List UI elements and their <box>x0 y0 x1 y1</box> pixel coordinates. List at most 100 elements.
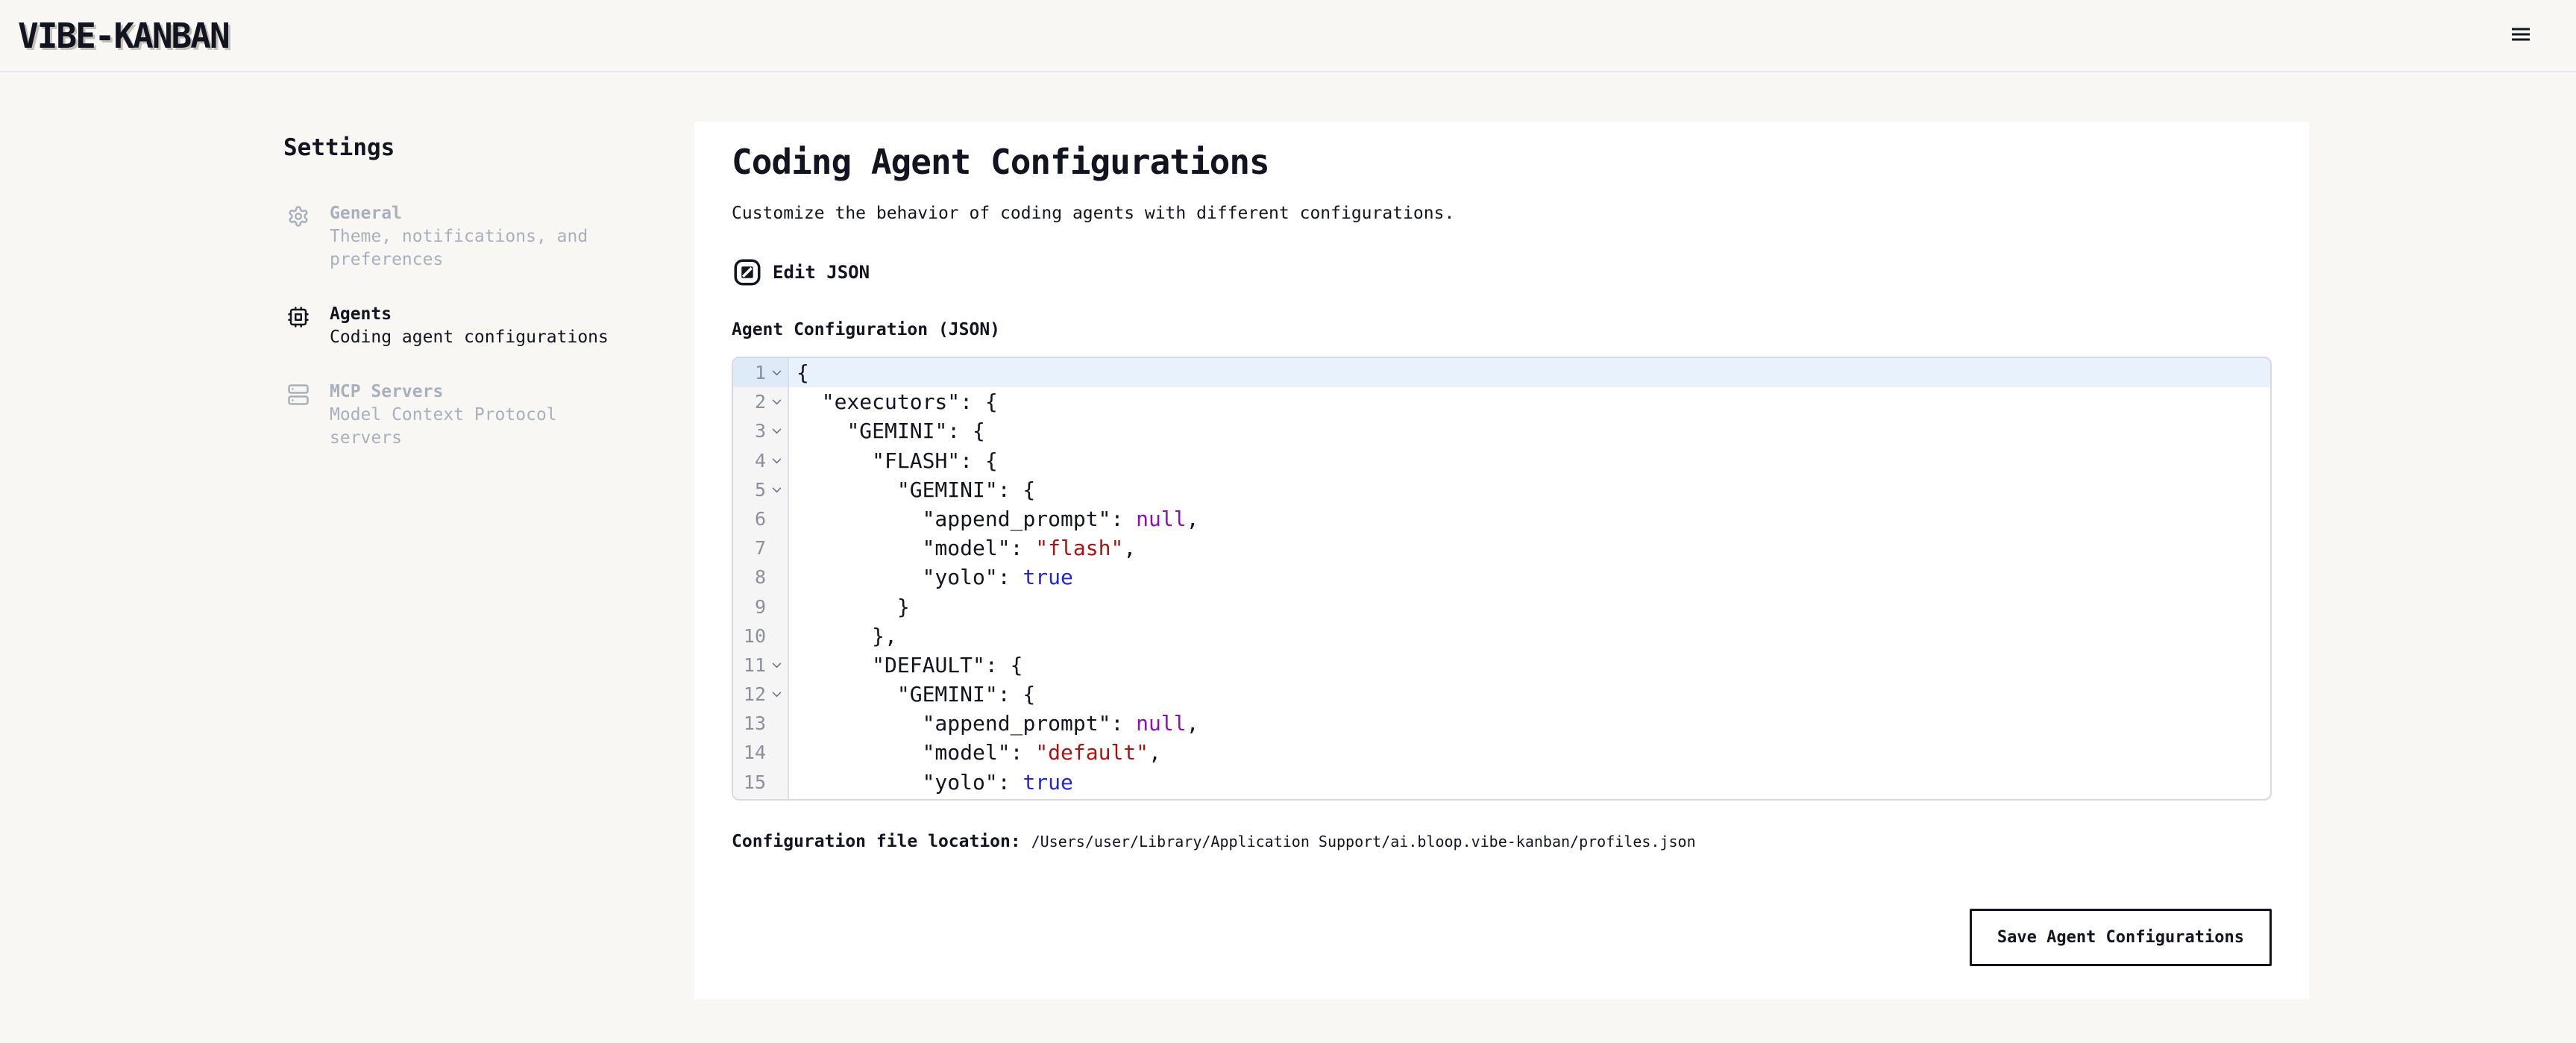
line-number: 10 <box>743 624 766 647</box>
page-title: Coding Agent Configurations <box>732 142 1270 182</box>
hamburger-menu-button[interactable] <box>2503 18 2539 54</box>
token-key: "append_prompt" <box>922 506 1111 531</box>
fold-chevron-down-icon[interactable] <box>766 358 788 387</box>
sidebar-item-description: Coding agent configurations <box>330 328 609 347</box>
editor-line: 11 "DEFAULT": { <box>733 650 2270 680</box>
fold-chevron-down-icon[interactable] <box>766 446 788 475</box>
line-number: 11 <box>743 654 766 676</box>
sidebar-item-text: Agents Coding agent configurations <box>330 303 624 349</box>
token-key: "model" <box>922 740 1011 765</box>
line-number: 15 <box>743 771 766 793</box>
edit-json-label: Edit JSON <box>773 262 870 283</box>
token-key: "model" <box>922 536 1011 561</box>
sidebar-item-mcp-servers[interactable]: MCP Servers Model Context Protocol server… <box>283 380 641 450</box>
code-line-content: "append_prompt": null, <box>789 504 2270 533</box>
token-key: "DEFAULT" <box>872 652 985 677</box>
token-punct: : <box>1010 536 1036 561</box>
editor-gutter-cell: 12 <box>733 680 789 710</box>
file-location-label: Configuration file location: <box>732 832 1021 851</box>
editor-line: 1{ <box>733 358 2270 388</box>
agent-configurations-panel: Coding Agent Configurations Customize th… <box>694 122 2309 999</box>
editor-line: 8 "yolo": true <box>733 563 2270 592</box>
sidebar-title: Settings <box>283 134 395 161</box>
editor-line: 15 "yolo": true <box>733 767 2270 797</box>
file-location: Configuration file location: /Users/user… <box>732 830 2272 853</box>
editor-gutter-cell: 10 <box>733 621 789 651</box>
code-line-content: "model": "flash", <box>789 533 2270 563</box>
fold-chevron-down-icon[interactable] <box>766 387 788 416</box>
token-punct: : { <box>997 477 1036 502</box>
app-logo[interactable]: VIBE-KANBAN <box>18 19 230 53</box>
token-punct: : { <box>960 389 998 415</box>
edit-json-toggle-icon <box>732 257 763 288</box>
editor-gutter-cell: 7 <box>733 533 789 563</box>
sidebar-item-text: MCP Servers Model Context Protocol server… <box>330 380 624 450</box>
token-string: "flash" <box>1035 536 1124 561</box>
token-punct: : { <box>997 682 1036 707</box>
line-number: 5 <box>754 478 766 501</box>
sidebar-item-agents[interactable]: Agents Coding agent configurations <box>283 303 641 349</box>
token-key: "GEMINI" <box>896 682 998 707</box>
token-punct: : { <box>984 652 1023 677</box>
token-punct: , <box>1123 536 1137 561</box>
code-line-content: "GEMINI": { <box>789 680 2270 709</box>
line-number: 13 <box>743 712 766 735</box>
token-key: "append_prompt" <box>922 711 1111 736</box>
code-line-content: "yolo": true <box>789 563 2270 592</box>
hamburger-menu-icon <box>2510 24 2531 47</box>
editor-gutter-cell: 11 <box>733 650 789 680</box>
editor-gutter-cell: 9 <box>733 592 789 621</box>
token-key: "yolo" <box>922 769 998 795</box>
code-line-content: "GEMINI": { <box>789 475 2270 504</box>
sidebar-item-description: Theme, notifications, and preferences <box>330 227 588 269</box>
editor-gutter-cell: 3 <box>733 416 789 446</box>
token-punct: : { <box>947 419 985 444</box>
editor-line: 9 } <box>733 592 2270 621</box>
editor-gutter-cell: 6 <box>733 504 789 534</box>
editor-line: 3 "GEMINI": { <box>733 416 2270 446</box>
editor-line: 12 "GEMINI": { <box>733 680 2270 710</box>
line-number: 1 <box>754 362 766 383</box>
line-number: 3 <box>754 420 766 442</box>
sidebar-items: General Theme, notifications, and prefere… <box>283 202 641 450</box>
editor-line: 14 "model": "default", <box>733 738 2270 768</box>
edit-json-toggle[interactable]: Edit JSON <box>732 256 870 289</box>
fold-chevron-down-icon[interactable] <box>766 475 788 504</box>
code-line-content: { <box>789 358 2270 388</box>
code-line-content: "model": "default", <box>789 738 2270 767</box>
topbar: VIBE-KANBAN <box>0 0 2576 72</box>
code-line-content <box>789 797 2270 799</box>
token-string: "default" <box>1035 740 1149 765</box>
editor-line: 5 "GEMINI": { <box>733 474 2270 504</box>
sidebar-item-label: MCP Servers <box>330 382 444 401</box>
editor-gutter-cell: 15 <box>733 767 789 797</box>
line-number: 14 <box>743 742 766 764</box>
sidebar-item-general[interactable]: General Theme, notifications, and prefere… <box>283 202 641 272</box>
token-key: "GEMINI" <box>846 419 948 444</box>
token-key: "yolo" <box>922 565 998 590</box>
fold-chevron-down-icon[interactable] <box>766 416 788 445</box>
token-punct: : <box>1110 506 1137 531</box>
save-row: Save Agent Configurations <box>732 909 2272 966</box>
fold-chevron-down-icon[interactable] <box>766 680 788 709</box>
sidebar-item-label: Agents <box>330 304 392 324</box>
fold-chevron-down-icon[interactable] <box>766 651 788 680</box>
page-subtitle: Customize the behavior of coding agents … <box>732 204 1455 223</box>
code-line-content: "yolo": true <box>789 768 2270 797</box>
settings-sidebar: Settings General Theme, notifications, an… <box>283 133 641 481</box>
editor-gutter-cell: 4 <box>733 445 789 475</box>
editor-label: Agent Configuration (JSON) <box>732 320 1001 339</box>
json-code-editor[interactable]: 1{2 "executors": {3 "GEMINI": {4 "FLASH"… <box>732 357 2272 801</box>
token-punct: : <box>1010 740 1036 765</box>
editor-filler-row <box>733 796 2270 799</box>
save-agent-configurations-button[interactable]: Save Agent Configurations <box>1969 909 2272 966</box>
editor-line: 13 "append_prompt": null, <box>733 709 2270 739</box>
token-punct: : <box>997 769 1023 795</box>
code-line-content: "GEMINI": { <box>789 416 2270 445</box>
token-punct: } <box>896 594 910 619</box>
editor-gutter-cell: 2 <box>733 387 789 417</box>
